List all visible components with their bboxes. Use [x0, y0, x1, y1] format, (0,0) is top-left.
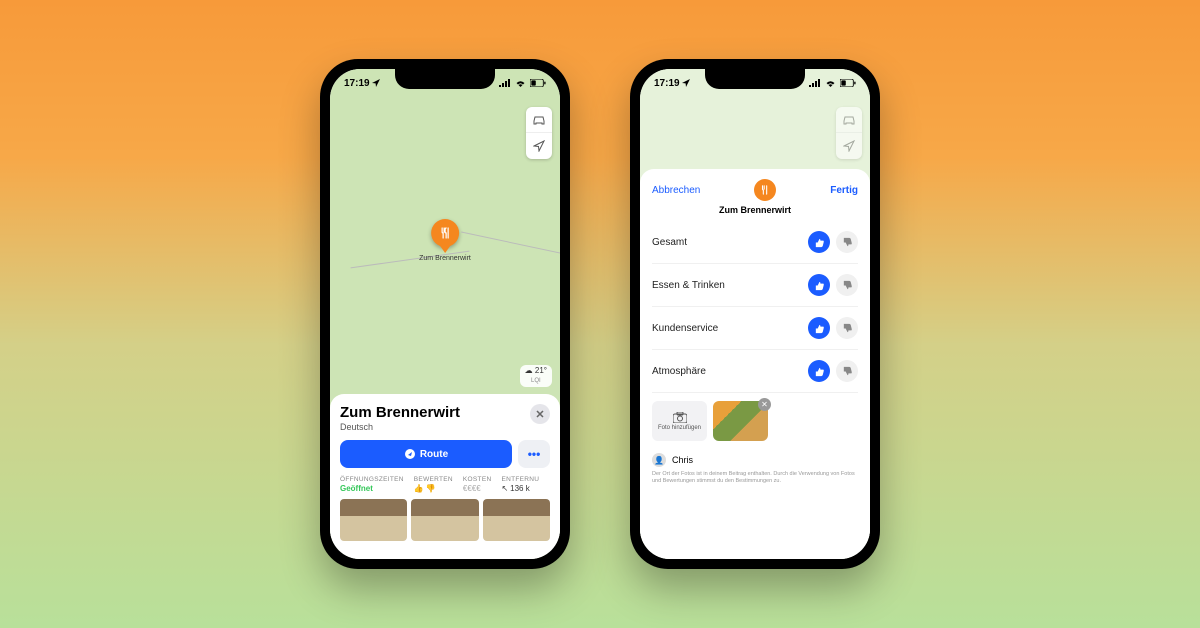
route-icon	[404, 448, 416, 460]
route-button[interactable]: Route	[340, 440, 512, 468]
status-time: 17:19	[344, 78, 370, 89]
place-card: Zum Brennerwirt Deutsch ✕ Route ••• ÖFFN…	[330, 394, 560, 559]
cost-section: KOSTEN €€€€	[463, 476, 492, 493]
thumb-down-button[interactable]	[836, 317, 858, 339]
map-pin[interactable]: Zum Brennerwirt	[419, 219, 471, 262]
rate-section[interactable]: BEWERTEN 👍 👎	[414, 476, 453, 493]
notch	[395, 69, 495, 89]
place-photo[interactable]	[483, 499, 550, 541]
avatar-icon: 👤	[652, 453, 666, 467]
thumb-down-button[interactable]	[836, 274, 858, 296]
hours-section[interactable]: ÖFFNUNGSZEITEN Geöffnet	[340, 476, 404, 493]
disclaimer-text: Der Ort der Fotos ist in deinem Beitrag …	[652, 471, 858, 485]
thumb-up-button[interactable]	[808, 317, 830, 339]
weather-badge[interactable]: ☁ 21° LQI	[520, 365, 552, 387]
add-photo-button[interactable]: Foto hinzufügen	[652, 401, 707, 441]
screen-map: 17:19 Zum Brennerwirt	[330, 69, 560, 559]
thumb-up-button[interactable]	[808, 231, 830, 253]
user-row: 👤 Chris	[652, 453, 858, 467]
phone-right: 17:19 Abbrechen	[630, 59, 880, 569]
place-title: Zum Brennerwirt	[340, 404, 460, 421]
phone-left: 17:19 Zum Brennerwirt	[320, 59, 570, 569]
status-time: 17:19	[654, 78, 680, 89]
place-photo[interactable]	[340, 499, 407, 541]
thumb-down-button[interactable]	[836, 231, 858, 253]
distance-section: ENTFERNU ↖ 136 k	[501, 476, 539, 493]
more-button[interactable]: •••	[518, 440, 550, 468]
locate-me-button	[836, 133, 862, 159]
rating-row-atmosphere: Atmosphäre	[652, 350, 858, 393]
signal-icon	[809, 79, 821, 87]
rating-row-overall: Gesamt	[652, 221, 858, 264]
driving-mode-button[interactable]	[526, 107, 552, 133]
open-status: Geöffnet	[340, 484, 404, 493]
thumb-up-icon: 👍	[414, 484, 424, 493]
thumb-up-button[interactable]	[808, 274, 830, 296]
restaurant-pin-icon	[431, 219, 459, 247]
screen-rating: 17:19 Abbrechen	[640, 69, 870, 559]
driving-mode-button	[836, 107, 862, 133]
battery-icon	[840, 79, 856, 87]
rating-row-service: Kundenservice	[652, 307, 858, 350]
close-card-button[interactable]: ✕	[530, 404, 550, 424]
rating-sheet: Abbrechen Fertig Zum Brennerwirt Gesamt …	[640, 169, 870, 559]
map-controls	[526, 107, 552, 159]
done-button[interactable]: Fertig	[830, 185, 858, 196]
place-photo[interactable]	[411, 499, 478, 541]
notch	[705, 69, 805, 89]
thumb-down-icon: 👎	[426, 484, 436, 493]
map-road	[461, 232, 560, 258]
thumb-up-button[interactable]	[808, 360, 830, 382]
signal-icon	[499, 79, 511, 87]
thumb-down-button[interactable]	[836, 360, 858, 382]
restaurant-icon	[754, 179, 776, 201]
battery-icon	[530, 79, 546, 87]
uploaded-photo[interactable]: ✕	[713, 401, 768, 441]
cancel-button[interactable]: Abbrechen	[652, 185, 700, 196]
place-subtitle: Deutsch	[340, 422, 460, 432]
location-services-icon	[682, 79, 690, 87]
pin-label: Zum Brennerwirt	[419, 255, 471, 262]
wifi-icon	[515, 79, 526, 87]
wifi-icon	[825, 79, 836, 87]
rating-row-food: Essen & Trinken	[652, 264, 858, 307]
user-name: Chris	[672, 455, 693, 465]
location-services-icon	[372, 79, 380, 87]
sheet-title: Zum Brennerwirt	[652, 205, 858, 215]
remove-photo-button[interactable]: ✕	[758, 398, 771, 411]
map-canvas[interactable]: Zum Brennerwirt ☁ 21° LQI Zum Brennerwir…	[330, 69, 560, 559]
photo-strip[interactable]	[340, 499, 550, 541]
map-controls	[836, 107, 862, 159]
locate-me-button[interactable]	[526, 133, 552, 159]
camera-icon	[673, 412, 687, 423]
